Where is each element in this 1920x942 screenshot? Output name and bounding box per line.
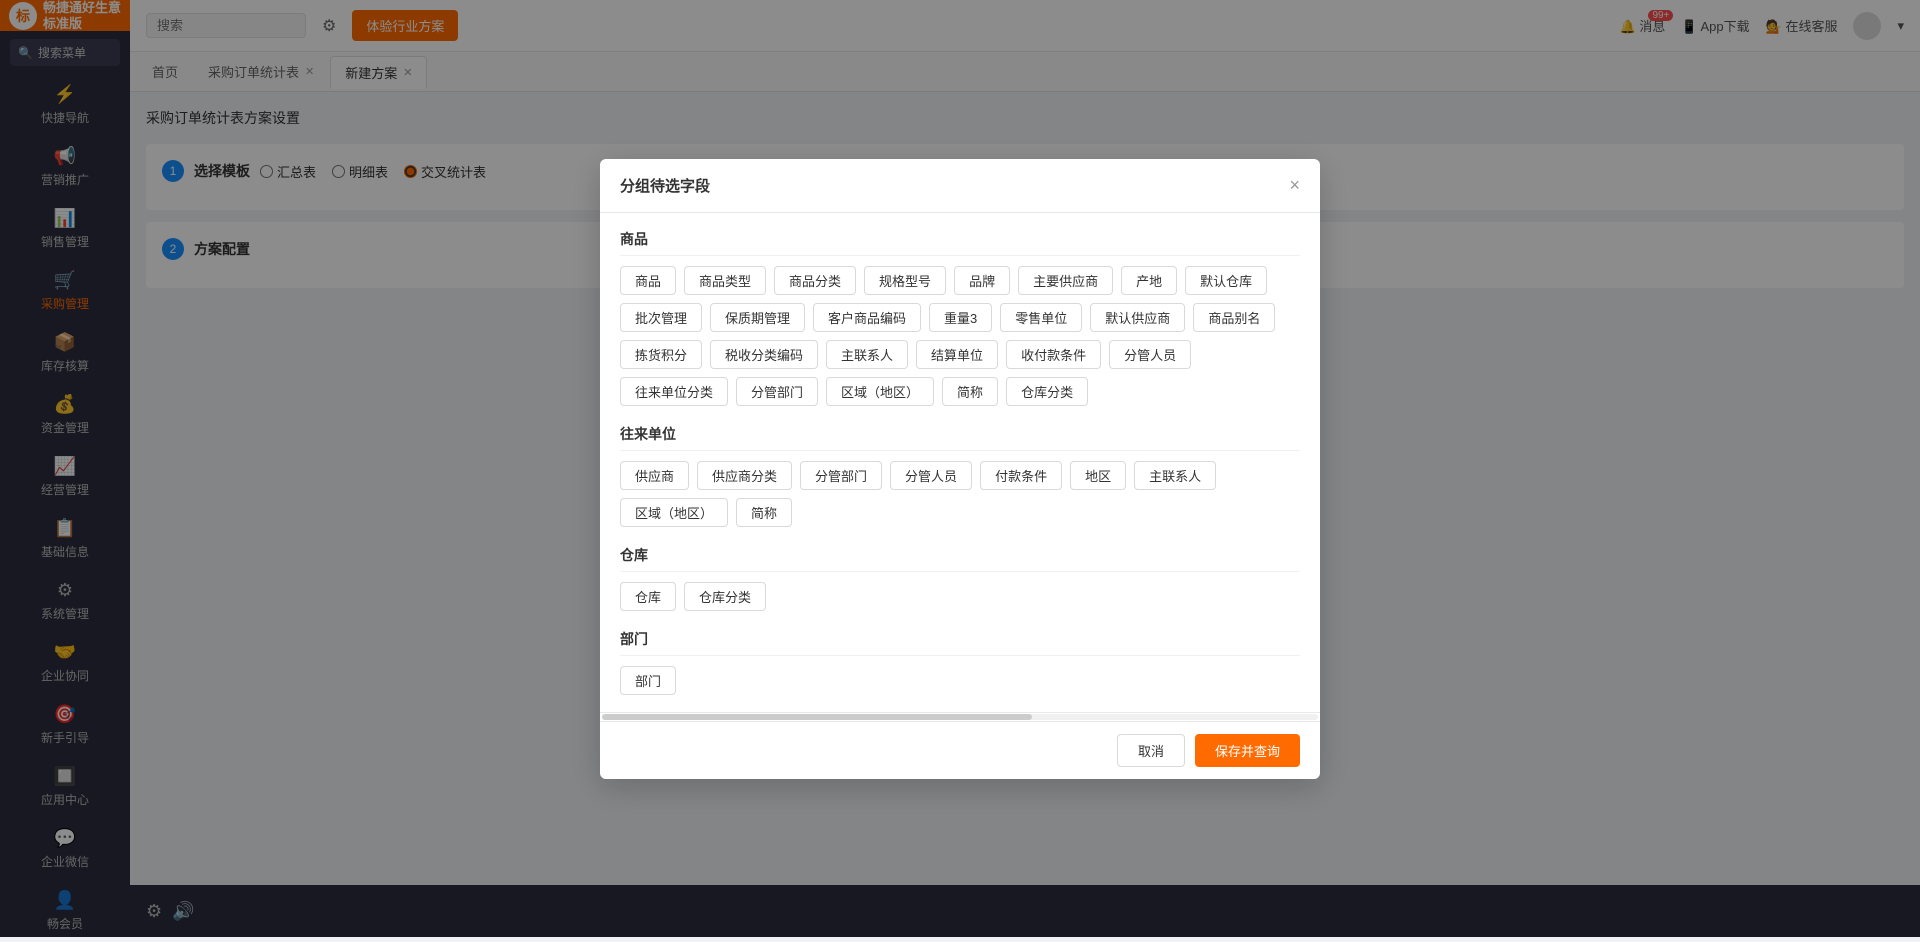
field-tag[interactable]: 商品 — [620, 266, 676, 295]
modal-close-button[interactable]: × — [1289, 175, 1300, 196]
field-tag[interactable]: 付款条件 — [980, 461, 1062, 490]
field-tag[interactable]: 供应商 — [620, 461, 689, 490]
field-select-modal: 分组待选字段 × 商品 商品 商品类型 商品分类 规格型号 品牌 主要供应商 产… — [600, 159, 1320, 779]
field-tag[interactable]: 地区 — [1070, 461, 1126, 490]
field-tag[interactable]: 商品类型 — [684, 266, 766, 295]
modal-hscroll-track — [602, 714, 1318, 720]
field-section-product: 商品 商品 商品类型 商品分类 规格型号 品牌 主要供应商 产地 默认仓库 批次… — [620, 229, 1300, 406]
field-tag[interactable]: 往来单位分类 — [620, 377, 728, 406]
modal-title: 分组待选字段 — [620, 175, 710, 196]
modal-hscrollbar[interactable] — [600, 712, 1320, 721]
field-section-counterpart-title: 往来单位 — [620, 424, 1300, 451]
field-tag[interactable]: 主联系人 — [1134, 461, 1216, 490]
field-section-department: 部门 部门 — [620, 629, 1300, 695]
field-tag[interactable]: 区域（地区） — [620, 498, 728, 527]
field-tag[interactable]: 部门 — [620, 666, 676, 695]
field-section-product-title: 商品 — [620, 229, 1300, 256]
field-tag[interactable]: 批次管理 — [620, 303, 702, 332]
field-tag[interactable]: 品牌 — [954, 266, 1010, 295]
field-tag[interactable]: 简称 — [736, 498, 792, 527]
field-section-department-title: 部门 — [620, 629, 1300, 656]
confirm-button[interactable]: 保存并查询 — [1195, 734, 1300, 767]
field-tag[interactable]: 收付款条件 — [1006, 340, 1101, 369]
field-tag[interactable]: 商品别名 — [1193, 303, 1275, 332]
modal-hscroll-thumb[interactable] — [602, 714, 1032, 720]
field-tag[interactable]: 零售单位 — [1000, 303, 1082, 332]
modal-body: 商品 商品 商品类型 商品分类 规格型号 品牌 主要供应商 产地 默认仓库 批次… — [600, 213, 1320, 712]
cancel-button[interactable]: 取消 — [1117, 734, 1185, 767]
field-tag[interactable]: 默认供应商 — [1090, 303, 1185, 332]
field-tags-department: 部门 — [620, 666, 1300, 695]
field-tag[interactable]: 供应商分类 — [697, 461, 792, 490]
field-tag[interactable]: 分管部门 — [800, 461, 882, 490]
field-tag[interactable]: 税收分类编码 — [710, 340, 818, 369]
field-tag[interactable]: 商品分类 — [774, 266, 856, 295]
field-tag[interactable]: 主联系人 — [826, 340, 908, 369]
field-tag[interactable]: 分管人员 — [890, 461, 972, 490]
field-tags-warehouse: 仓库 仓库分类 — [620, 582, 1300, 611]
field-tag[interactable]: 简称 — [942, 377, 998, 406]
modal-overlay[interactable]: 分组待选字段 × 商品 商品 商品类型 商品分类 规格型号 品牌 主要供应商 产… — [0, 0, 1920, 937]
field-tag[interactable]: 仓库 — [620, 582, 676, 611]
field-tag[interactable]: 拣货积分 — [620, 340, 702, 369]
field-tag[interactable]: 重量3 — [929, 303, 992, 332]
field-section-counterpart: 往来单位 供应商 供应商分类 分管部门 分管人员 付款条件 地区 主联系人 区域… — [620, 424, 1300, 527]
modal-footer: 取消 保存并查询 — [600, 721, 1320, 779]
field-tag[interactable]: 分管部门 — [736, 377, 818, 406]
field-tag[interactable]: 默认仓库 — [1185, 266, 1267, 295]
field-tag[interactable]: 主要供应商 — [1018, 266, 1113, 295]
field-tag[interactable]: 区域（地区） — [826, 377, 934, 406]
field-section-warehouse-title: 仓库 — [620, 545, 1300, 572]
field-tag[interactable]: 保质期管理 — [710, 303, 805, 332]
field-tag[interactable]: 仓库分类 — [684, 582, 766, 611]
field-tag[interactable]: 仓库分类 — [1006, 377, 1088, 406]
field-tag[interactable]: 规格型号 — [864, 266, 946, 295]
field-tag[interactable]: 结算单位 — [916, 340, 998, 369]
field-tag[interactable]: 客户商品编码 — [813, 303, 921, 332]
field-tags-counterpart: 供应商 供应商分类 分管部门 分管人员 付款条件 地区 主联系人 区域（地区） … — [620, 461, 1300, 527]
field-tag[interactable]: 产地 — [1121, 266, 1177, 295]
field-section-warehouse: 仓库 仓库 仓库分类 — [620, 545, 1300, 611]
field-tags-product: 商品 商品类型 商品分类 规格型号 品牌 主要供应商 产地 默认仓库 批次管理 … — [620, 266, 1300, 406]
modal-header: 分组待选字段 × — [600, 159, 1320, 213]
field-tag[interactable]: 分管人员 — [1109, 340, 1191, 369]
